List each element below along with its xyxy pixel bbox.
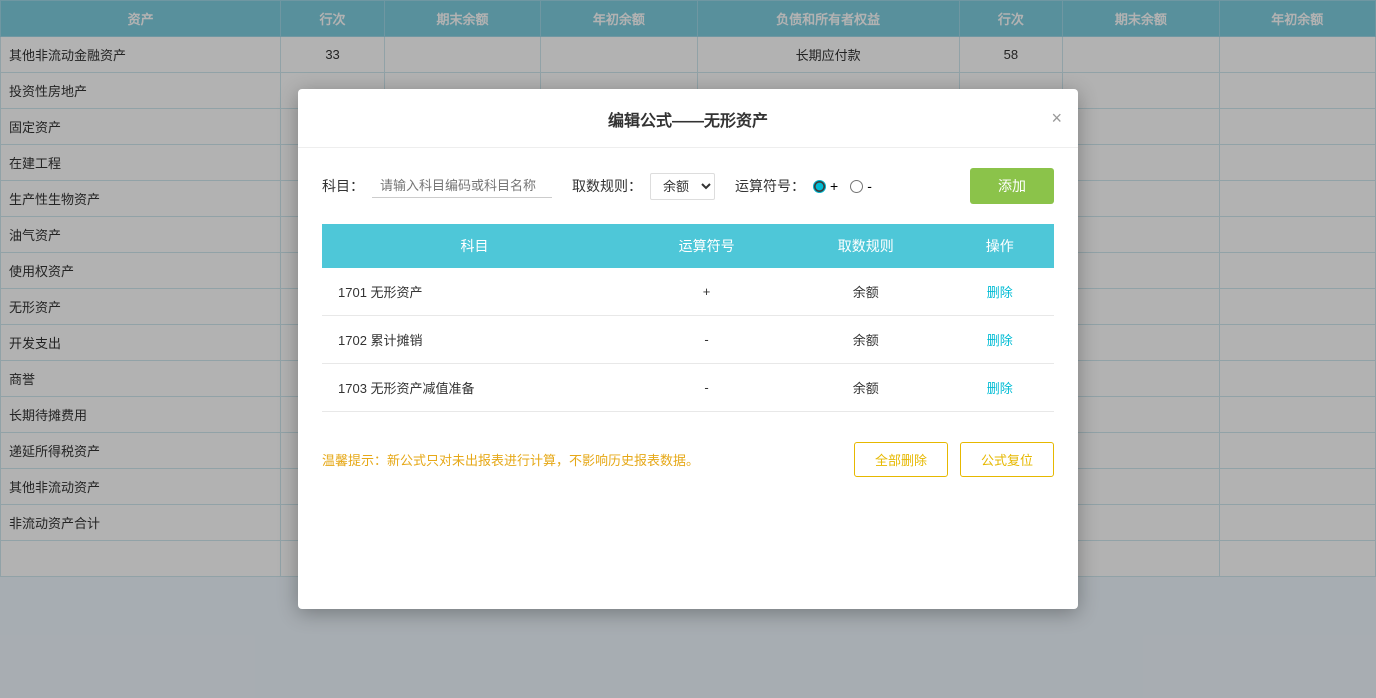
- operator-cell: +: [627, 268, 786, 316]
- data-table-wrapper: 科目 运算符号 取数规则 操作 1701 无形资产 + 余额 删除 1702 累…: [298, 224, 1078, 412]
- operator-cell: -: [627, 364, 786, 412]
- subject-cell: 1703 无形资产减值准备: [322, 364, 627, 412]
- delete-row-button[interactable]: 删除: [987, 333, 1013, 348]
- hint-text: 温馨提示：新公式只对未出报表进行计算，不影响历史报表数据。: [322, 450, 699, 469]
- modal-dialog: 编辑公式——无形资产 × 科目： 取数规则： 余额 借方 贷方: [298, 89, 1078, 609]
- action-cell: 删除: [945, 364, 1054, 412]
- action-cell: 删除: [945, 316, 1054, 364]
- footer-buttons: 全部删除 公式复位: [854, 442, 1054, 477]
- rule-cell: 余额: [786, 364, 945, 412]
- rule-select[interactable]: 余额 借方 贷方: [650, 173, 715, 200]
- modal-overlay: 编辑公式——无形资产 × 科目： 取数规则： 余额 借方 贷方: [0, 0, 1376, 698]
- radio-minus-item[interactable]: -: [850, 178, 872, 194]
- rule-group: 取数规则： 余额 借方 贷方: [572, 173, 715, 200]
- rule-cell: 余额: [786, 316, 945, 364]
- plus-label: +: [830, 178, 838, 194]
- modal-title: 编辑公式——无形资产: [608, 113, 768, 130]
- reset-formula-button[interactable]: 公式复位: [960, 442, 1054, 477]
- subject-input[interactable]: [372, 174, 552, 198]
- rule-label: 取数规则：: [572, 176, 642, 196]
- th-rule: 取数规则: [786, 224, 945, 268]
- subject-cell: 1702 累计摊销: [322, 316, 627, 364]
- rule-cell: 余额: [786, 268, 945, 316]
- delete-all-button[interactable]: 全部删除: [854, 442, 948, 477]
- operator-group: 运算符号： + -: [735, 176, 872, 196]
- delete-row-button[interactable]: 删除: [987, 285, 1013, 300]
- formula-table: 科目 运算符号 取数规则 操作 1701 无形资产 + 余额 删除 1702 累…: [322, 224, 1054, 412]
- operator-label: 运算符号：: [735, 176, 805, 196]
- formula-row: 1703 无形资产减值准备 - 余额 删除: [322, 364, 1054, 412]
- modal-header: 编辑公式——无形资产 ×: [298, 89, 1078, 148]
- subject-cell: 1701 无形资产: [322, 268, 627, 316]
- rule-select-wrapper: 余额 借方 贷方: [650, 173, 715, 200]
- delete-row-button[interactable]: 删除: [987, 381, 1013, 396]
- add-button[interactable]: 添加: [970, 168, 1054, 204]
- radio-minus[interactable]: [850, 180, 863, 193]
- subject-label: 科目：: [322, 176, 364, 196]
- th-subject: 科目: [322, 224, 627, 268]
- modal-close-button[interactable]: ×: [1051, 109, 1062, 127]
- minus-label: -: [867, 178, 872, 194]
- subject-group: 科目：: [322, 174, 552, 198]
- operator-cell: -: [627, 316, 786, 364]
- form-row: 科目： 取数规则： 余额 借方 贷方 运算符号：: [298, 148, 1078, 224]
- modal-footer: 温馨提示：新公式只对未出报表进行计算，不影响历史报表数据。 全部删除 公式复位: [298, 422, 1078, 497]
- table-header-row: 科目 运算符号 取数规则 操作: [322, 224, 1054, 268]
- radio-plus-item[interactable]: +: [813, 178, 838, 194]
- formula-row: 1701 无形资产 + 余额 删除: [322, 268, 1054, 316]
- th-action: 操作: [945, 224, 1054, 268]
- radio-group: + -: [813, 178, 872, 194]
- radio-plus[interactable]: [813, 180, 826, 193]
- th-operator: 运算符号: [627, 224, 786, 268]
- action-cell: 删除: [945, 268, 1054, 316]
- formula-row: 1702 累计摊销 - 余额 删除: [322, 316, 1054, 364]
